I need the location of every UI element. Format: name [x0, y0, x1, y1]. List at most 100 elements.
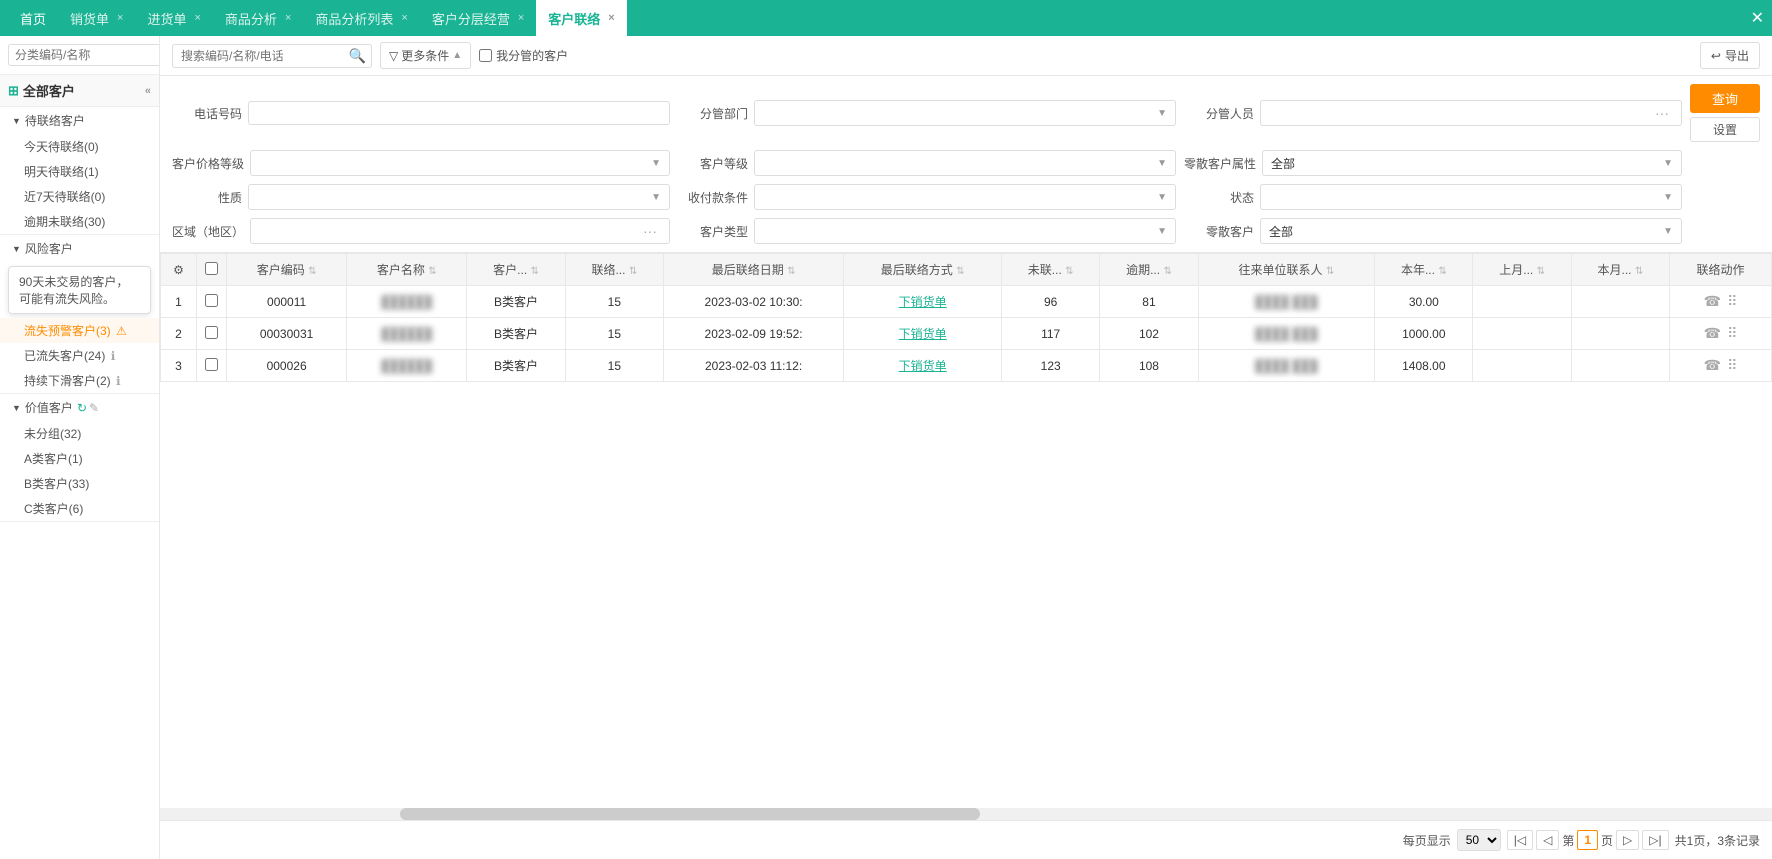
tab-customer-tier[interactable]: 客户分层经营 ×: [420, 0, 536, 36]
col-last-method-header[interactable]: 最后联络方式 ⇅: [844, 254, 1002, 286]
sidebar-item-declining[interactable]: 持续下滑客户(2) ℹ: [0, 368, 159, 393]
tab-analysis-list-close[interactable]: ×: [401, 12, 407, 24]
action-contact-icon-2[interactable]: ☎: [1704, 357, 1721, 374]
edit-icon[interactable]: ✎: [89, 401, 99, 415]
action-contact-icon-1[interactable]: ☎: [1704, 325, 1721, 342]
tab-analysis-list[interactable]: 商品分析列表 ×: [303, 0, 419, 36]
method-link-2[interactable]: 下销货单: [899, 359, 947, 373]
retail-customer-select[interactable]: 全部 ▼: [1260, 218, 1682, 244]
action-more-icon-2[interactable]: ⠿: [1727, 357, 1737, 374]
close-all-tabs[interactable]: ✕: [1751, 8, 1764, 28]
customer-grade-select[interactable]: ▼: [754, 150, 1176, 176]
sort-this-year-icon[interactable]: ⇅: [1438, 266, 1446, 277]
row-checkbox-0[interactable]: [205, 294, 218, 307]
churn-group-title[interactable]: ▼ 风险客户: [0, 235, 159, 262]
col-type-header[interactable]: 客户... ⇅: [467, 254, 565, 286]
col-name-header[interactable]: 客户名称 ⇅: [347, 254, 467, 286]
value-group-title[interactable]: ▼ 价值客户 ↻ ✎: [0, 394, 159, 421]
sort-type-icon[interactable]: ⇅: [531, 266, 539, 277]
cell-checkbox-1[interactable]: [197, 318, 227, 350]
export-btn[interactable]: ↩ 导出: [1700, 42, 1760, 69]
dept-select[interactable]: ▼: [754, 100, 1176, 126]
tab-purchase[interactable]: 进货单 ×: [135, 0, 212, 36]
first-page-btn[interactable]: |◁: [1507, 830, 1533, 850]
tab-sales-close[interactable]: ×: [117, 12, 123, 24]
row-checkbox-2[interactable]: [205, 358, 218, 371]
col-unit-contact-header[interactable]: 往来单位联系人 ⇅: [1198, 254, 1375, 286]
settings-btn[interactable]: 设置: [1690, 117, 1760, 142]
cell-checkbox-2[interactable]: [197, 350, 227, 382]
sidebar-search-input[interactable]: [8, 44, 160, 66]
col-last-date-header[interactable]: 最后联络日期 ⇅: [663, 254, 843, 286]
my-customers-checkbox-wrap[interactable]: 我分管的客户: [479, 47, 568, 64]
refresh-icon[interactable]: ↻: [77, 401, 87, 415]
payment-select[interactable]: ▼: [754, 184, 1176, 210]
horizontal-scrollbar[interactable]: [160, 808, 1772, 820]
next-page-btn[interactable]: ▷: [1616, 830, 1639, 850]
tab-sales[interactable]: 销货单 ×: [58, 0, 135, 36]
row-checkbox-1[interactable]: [205, 326, 218, 339]
pending-group-title[interactable]: ▼ 待联络客户: [0, 107, 159, 134]
col-checkbox-all[interactable]: [197, 254, 227, 286]
manager-dots-icon[interactable]: ···: [1651, 105, 1673, 121]
last-page-btn[interactable]: ▷|: [1642, 830, 1668, 850]
manager-select[interactable]: ···: [1260, 100, 1682, 126]
col-settings[interactable]: ⚙: [161, 254, 197, 286]
more-conditions-btn[interactable]: ▽ 更多条件 ▲: [380, 42, 471, 69]
method-link-0[interactable]: 下销货单: [899, 295, 947, 309]
col-overdue-header[interactable]: 逾期... ⇅: [1100, 254, 1198, 286]
cell-method-0[interactable]: 下销货单: [844, 286, 1002, 318]
customer-type-select[interactable]: ▼: [754, 218, 1176, 244]
region-dots-icon[interactable]: ···: [639, 223, 661, 239]
col-this-month-header[interactable]: 本月... ⇅: [1571, 254, 1669, 286]
sort-name-icon[interactable]: ⇅: [428, 266, 436, 277]
sort-code-icon[interactable]: ⇅: [308, 266, 316, 277]
tab-purchase-close[interactable]: ×: [194, 12, 200, 24]
sidebar-item-tomorrow[interactable]: 明天待联络(1): [0, 159, 159, 184]
sort-last-method-icon[interactable]: ⇅: [956, 266, 964, 277]
sidebar-item-churn-warning[interactable]: 流失预警客户(3) ⚠: [0, 318, 159, 343]
tab-customer-contact-close[interactable]: ×: [608, 12, 614, 24]
tab-analysis[interactable]: 商品分析 ×: [213, 0, 303, 36]
cell-method-1[interactable]: 下销货单: [844, 318, 1002, 350]
sidebar-item-today[interactable]: 今天待联络(0): [0, 134, 159, 159]
phone-input[interactable]: [248, 101, 670, 125]
price-grade-select[interactable]: ▼: [250, 150, 670, 176]
action-more-icon-1[interactable]: ⠿: [1727, 325, 1737, 342]
gender-select[interactable]: ▼: [248, 184, 670, 210]
sort-contact-icon[interactable]: ⇅: [629, 266, 637, 277]
sidebar-item-a-class[interactable]: A类客户(1): [0, 446, 159, 471]
sort-last-date-icon[interactable]: ⇅: [787, 266, 795, 277]
col-uncontacted-header[interactable]: 未联... ⇅: [1002, 254, 1100, 286]
scrollbar-thumb[interactable]: [400, 808, 980, 820]
filter-search-input[interactable]: [172, 44, 372, 68]
col-last-month-header[interactable]: 上月... ⇅: [1473, 254, 1571, 286]
sidebar-item-ungroup[interactable]: 未分组(32): [0, 421, 159, 446]
method-link-1[interactable]: 下销货单: [899, 327, 947, 341]
prev-page-btn[interactable]: ◁: [1536, 830, 1559, 850]
tab-customer-tier-close[interactable]: ×: [518, 12, 524, 24]
sort-last-month-icon[interactable]: ⇅: [1537, 266, 1545, 277]
cell-checkbox-0[interactable]: [197, 286, 227, 318]
my-customers-checkbox[interactable]: [479, 49, 492, 62]
sort-unit-contact-icon[interactable]: ⇅: [1326, 266, 1334, 277]
region-select[interactable]: ···: [250, 218, 670, 244]
col-contact-header[interactable]: 联络... ⇅: [565, 254, 663, 286]
status-select[interactable]: ▼: [1260, 184, 1682, 210]
sort-this-month-icon[interactable]: ⇅: [1635, 266, 1643, 277]
sort-uncontacted-icon[interactable]: ⇅: [1065, 266, 1073, 277]
sidebar-item-churned[interactable]: 已流失客户(24) ℹ: [0, 343, 159, 368]
tab-analysis-close[interactable]: ×: [285, 12, 291, 24]
sidebar-item-c-class[interactable]: C类客户(6): [0, 496, 159, 521]
action-more-icon-0[interactable]: ⠿: [1727, 293, 1737, 310]
sidebar-item-7days[interactable]: 近7天待联络(0): [0, 184, 159, 209]
select-all-checkbox[interactable]: [205, 262, 218, 275]
cell-method-2[interactable]: 下销货单: [844, 350, 1002, 382]
query-btn[interactable]: 查询: [1690, 84, 1760, 113]
action-contact-icon-0[interactable]: ☎: [1704, 293, 1721, 310]
sidebar-item-overdue[interactable]: 逾期未联络(30): [0, 209, 159, 234]
filter-search-icon[interactable]: 🔍: [349, 47, 366, 64]
col-this-year-header[interactable]: 本年... ⇅: [1375, 254, 1473, 286]
tab-home[interactable]: 首页: [8, 0, 58, 36]
sidebar-item-b-class[interactable]: B类客户(33): [0, 471, 159, 496]
